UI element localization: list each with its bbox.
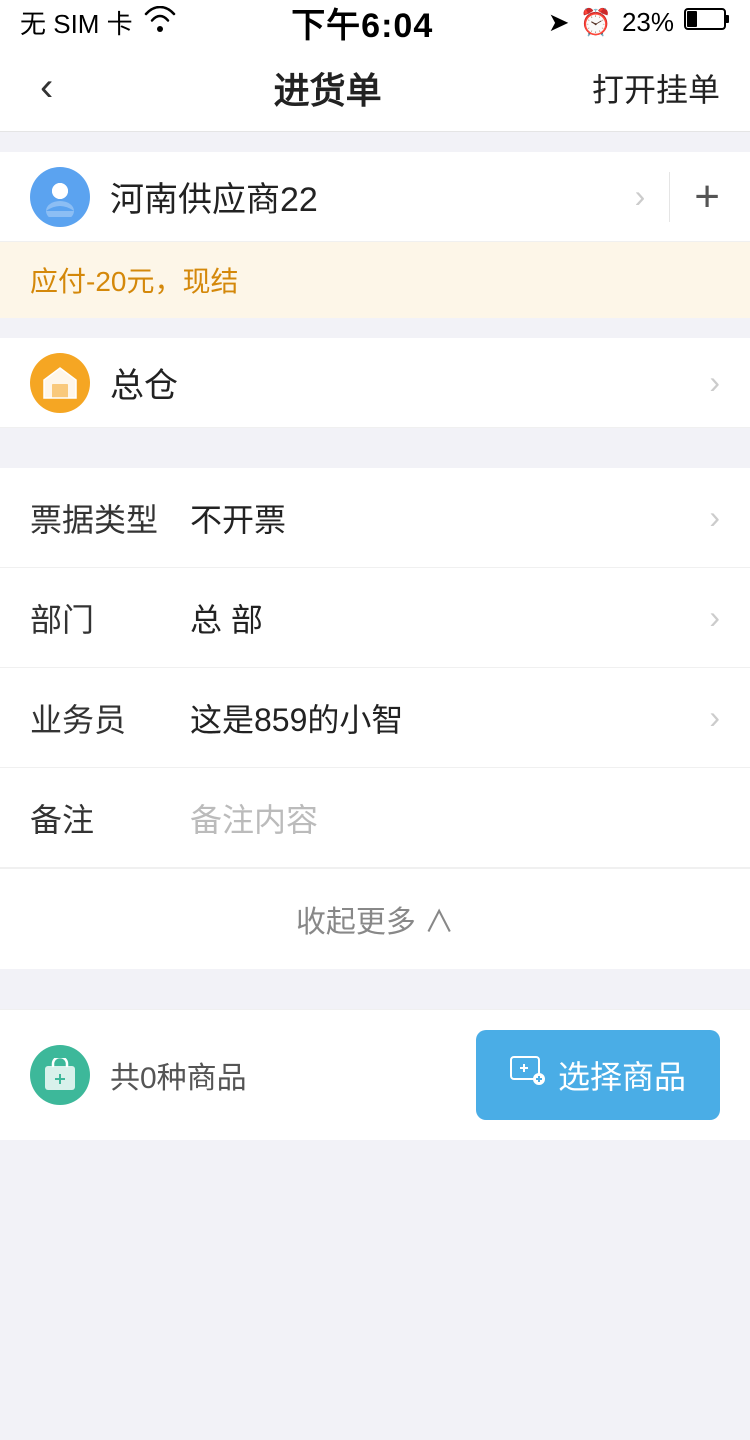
- time-display: 下午6:04: [291, 0, 433, 47]
- supplier-avatar: [30, 167, 90, 227]
- department-row[interactable]: 部门 总 部 ›: [0, 568, 750, 668]
- warehouse-chevron-icon: ›: [709, 364, 720, 401]
- back-button[interactable]: ‹: [30, 55, 63, 120]
- product-icon: [30, 1045, 90, 1105]
- page-background: [0, 1140, 750, 1440]
- collapse-button[interactable]: 收起更多 ∧: [0, 868, 750, 969]
- select-product-label: 选择商品: [558, 1052, 686, 1098]
- salesperson-value: 这是859的小智: [170, 695, 709, 741]
- salesperson-chevron-icon: ›: [709, 699, 720, 736]
- carrier-label: 无 SIM 卡: [20, 4, 133, 41]
- page-title: 进货单: [274, 62, 382, 114]
- battery-label: 23%: [622, 7, 674, 38]
- salesperson-label: 业务员: [30, 695, 170, 741]
- select-product-icon: [510, 1056, 546, 1095]
- invoice-type-label: 票据类型: [30, 495, 170, 541]
- department-chevron-icon: ›: [709, 599, 720, 636]
- battery-icon: [684, 7, 730, 38]
- invoice-type-value: 不开票: [170, 495, 709, 541]
- add-supplier-button[interactable]: +: [694, 175, 720, 219]
- warehouse-row[interactable]: 总仓 ›: [0, 338, 750, 428]
- department-label: 部门: [30, 595, 170, 641]
- salesperson-row[interactable]: 业务员 这是859的小智 ›: [0, 668, 750, 768]
- wifi-icon: [143, 6, 177, 39]
- section-gap-2: [0, 318, 750, 338]
- note-label: 备注: [30, 795, 170, 841]
- section-gap-4: [0, 969, 750, 989]
- notice-banner: 应付-20元，现结: [0, 242, 750, 318]
- invoice-type-chevron-icon: ›: [709, 499, 720, 536]
- product-count-label: 共0种商品: [110, 1053, 476, 1097]
- status-left: 无 SIM 卡: [20, 4, 177, 41]
- status-right: ➤ ⏰ 23%: [548, 7, 730, 38]
- supplier-row[interactable]: 河南供应商22 › +: [0, 152, 750, 242]
- section-gap-3: [0, 428, 750, 448]
- warehouse-icon: [30, 353, 90, 413]
- warehouse-name: 总仓: [110, 358, 709, 407]
- supplier-name: 河南供应商22: [110, 172, 635, 221]
- nav-bar: ‹ 进货单 打开挂单: [0, 44, 750, 132]
- note-placeholder[interactable]: 备注内容: [170, 795, 720, 841]
- supplier-chevron-icon: ›: [635, 178, 646, 215]
- form-section: 票据类型 不开票 › 部门 总 部 › 业务员 这是859的小智 › 备注 备注…: [0, 468, 750, 969]
- alarm-icon: ⏰: [580, 7, 612, 38]
- invoice-type-row[interactable]: 票据类型 不开票 ›: [0, 468, 750, 568]
- section-gap-1: [0, 132, 750, 152]
- supplier-divider: [669, 172, 670, 222]
- note-row[interactable]: 备注 备注内容: [0, 768, 750, 868]
- status-bar: 无 SIM 卡 下午6:04 ➤ ⏰ 23%: [0, 0, 750, 44]
- open-pending-button[interactable]: 打开挂单: [592, 65, 720, 111]
- warehouse-card: 总仓 ›: [0, 338, 750, 428]
- supplier-card: 河南供应商22 › + 应付-20元，现结: [0, 152, 750, 318]
- department-value: 总 部: [170, 595, 709, 641]
- select-product-button[interactable]: 选择商品: [476, 1030, 720, 1120]
- bottom-bar: 共0种商品 选择商品: [0, 1009, 750, 1140]
- location-icon: ➤: [548, 7, 570, 38]
